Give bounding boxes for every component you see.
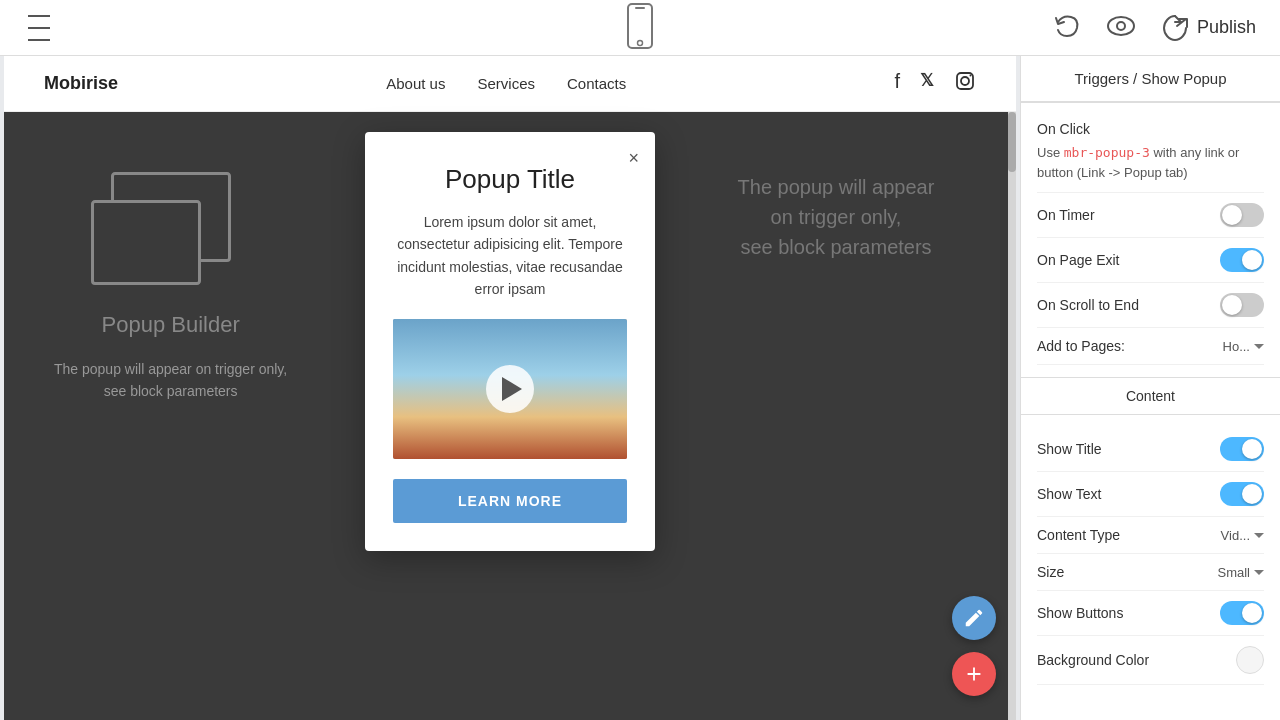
show-buttons-item: Show Buttons (1037, 591, 1264, 636)
scrollbar-thumb[interactable] (1008, 112, 1016, 172)
size-item: Size Small (1037, 554, 1264, 591)
show-title-label: Show Title (1037, 441, 1102, 457)
background-color-label: Background Color (1037, 652, 1149, 668)
play-triangle-icon (502, 377, 522, 401)
on-page-exit-label: On Page Exit (1037, 252, 1120, 268)
toolbar-right: Publish (1053, 12, 1256, 44)
right-placeholder-text: The popup will appear on trigger only,se… (736, 172, 936, 262)
on-timer-toggle-thumb (1222, 205, 1242, 225)
popup-close-button[interactable]: × (628, 148, 639, 169)
popup-builder-icon (91, 172, 251, 292)
on-scroll-to-end-label: On Scroll to End (1037, 297, 1139, 313)
show-text-toggle-thumb (1242, 484, 1262, 504)
right-placeholder: The popup will appear on trigger only,se… (736, 172, 936, 262)
background-color-item: Background Color (1037, 636, 1264, 685)
on-page-exit-toggle-thumb (1242, 250, 1262, 270)
svg-point-8 (970, 75, 972, 77)
svg-point-4 (1117, 22, 1125, 30)
size-label: Size (1037, 564, 1064, 580)
popup-builder-placeholder: Popup Builder The popup will appear on t… (54, 172, 287, 403)
learn-more-button[interactable]: LEARN MORE (393, 479, 627, 523)
on-timer-item: On Timer (1037, 193, 1264, 238)
show-buttons-toggle[interactable] (1220, 601, 1264, 625)
svg-point-3 (1108, 17, 1134, 35)
svg-point-1 (638, 40, 643, 45)
on-page-exit-item: On Page Exit (1037, 238, 1264, 283)
nav-socials: f 𝕏 (894, 70, 976, 97)
show-text-label: Show Text (1037, 486, 1101, 502)
on-scroll-to-end-item: On Scroll to End (1037, 283, 1264, 328)
nav-link-contacts[interactable]: Contacts (567, 75, 626, 92)
on-click-code: mbr-popup-3 (1064, 145, 1150, 160)
preview-nav: Mobirise About us Services Contacts f 𝕏 (4, 56, 1016, 112)
popup-builder-title: Popup Builder (54, 312, 287, 338)
background-color-swatch[interactable] (1236, 646, 1264, 674)
show-text-item: Show Text (1037, 472, 1264, 517)
toolbar-left (24, 8, 54, 48)
content-type-chevron-icon (1254, 533, 1264, 538)
undo-icon[interactable] (1053, 12, 1081, 44)
show-title-toggle[interactable] (1220, 437, 1264, 461)
popup-modal-title: Popup Title (393, 164, 627, 195)
popup-builder-text: The popup will appear on trigger only,se… (54, 358, 287, 403)
nav-links: About us Services Contacts (386, 75, 626, 92)
size-chevron-icon (1254, 570, 1264, 575)
add-to-pages-dropdown[interactable]: Ho... (1223, 339, 1264, 354)
preview-container: Mobirise About us Services Contacts f 𝕏 (4, 56, 1016, 720)
on-scroll-to-end-toggle[interactable] (1220, 293, 1264, 317)
facebook-icon[interactable]: f (894, 70, 900, 97)
play-button[interactable] (486, 365, 534, 413)
panel-header: Triggers / Show Popup (1021, 56, 1280, 103)
instagram-icon[interactable] (954, 70, 976, 97)
add-to-pages-label: Add to Pages: (1037, 338, 1125, 354)
size-dropdown[interactable]: Small (1217, 565, 1264, 580)
add-to-pages-value: Ho... (1223, 339, 1250, 354)
twitter-icon[interactable]: 𝕏 (920, 70, 934, 97)
preview-scrollbar[interactable] (1008, 112, 1016, 720)
nav-link-about[interactable]: About us (386, 75, 445, 92)
content-type-dropdown[interactable]: Vid... (1221, 528, 1264, 543)
edit-floating-button[interactable] (952, 596, 996, 640)
size-value: Small (1217, 565, 1250, 580)
toolbar: Publish (0, 0, 1280, 56)
on-timer-label: On Timer (1037, 207, 1095, 223)
mobile-device-icon[interactable] (626, 2, 654, 54)
content-section-divider: Content (1021, 377, 1280, 415)
show-text-toggle[interactable] (1220, 482, 1264, 506)
on-click-desc-before: Use (1037, 145, 1064, 160)
site-logo: Mobirise (44, 73, 118, 94)
toolbar-center (626, 2, 654, 54)
preview-body: Popup Builder The popup will appear on t… (4, 112, 1016, 720)
add-floating-button[interactable] (952, 652, 996, 696)
on-scroll-to-end-toggle-thumb (1222, 295, 1242, 315)
show-buttons-toggle-thumb (1242, 603, 1262, 623)
svg-point-7 (961, 77, 969, 85)
publish-label: Publish (1197, 17, 1256, 38)
nav-link-services[interactable]: Services (477, 75, 535, 92)
panel-section-content: Show Title Show Text Content Type Vid... (1021, 419, 1280, 693)
popup-modal-text: Lorem ipsum dolor sit amet, consectetur … (393, 211, 627, 301)
publish-button[interactable]: Publish (1161, 14, 1256, 42)
add-to-pages-chevron-icon (1254, 344, 1264, 349)
svg-rect-0 (628, 4, 652, 48)
content-type-item: Content Type Vid... (1037, 517, 1264, 554)
on-click-row: On Click Use mbr-popup-3 with any link o… (1037, 111, 1264, 193)
popup-video[interactable] (393, 319, 627, 459)
add-to-pages-item: Add to Pages: Ho... (1037, 328, 1264, 365)
menu-icon[interactable] (24, 8, 54, 48)
content-type-label: Content Type (1037, 527, 1120, 543)
on-click-desc: Use mbr-popup-3 with any link or button … (1037, 143, 1264, 182)
preview-icon[interactable] (1105, 12, 1137, 44)
show-buttons-label: Show Buttons (1037, 605, 1123, 621)
on-page-exit-toggle[interactable] (1220, 248, 1264, 272)
content-type-value: Vid... (1221, 528, 1250, 543)
on-click-label: On Click (1037, 121, 1264, 137)
panel-section-triggers: On Click Use mbr-popup-3 with any link o… (1021, 103, 1280, 373)
on-timer-toggle[interactable] (1220, 203, 1264, 227)
main-area: Mobirise About us Services Contacts f 𝕏 (0, 56, 1280, 720)
show-title-item: Show Title (1037, 427, 1264, 472)
popup-modal: × Popup Title Lorem ipsum dolor sit amet… (365, 132, 655, 551)
show-title-toggle-thumb (1242, 439, 1262, 459)
right-panel: Triggers / Show Popup On Click Use mbr-p… (1020, 56, 1280, 720)
